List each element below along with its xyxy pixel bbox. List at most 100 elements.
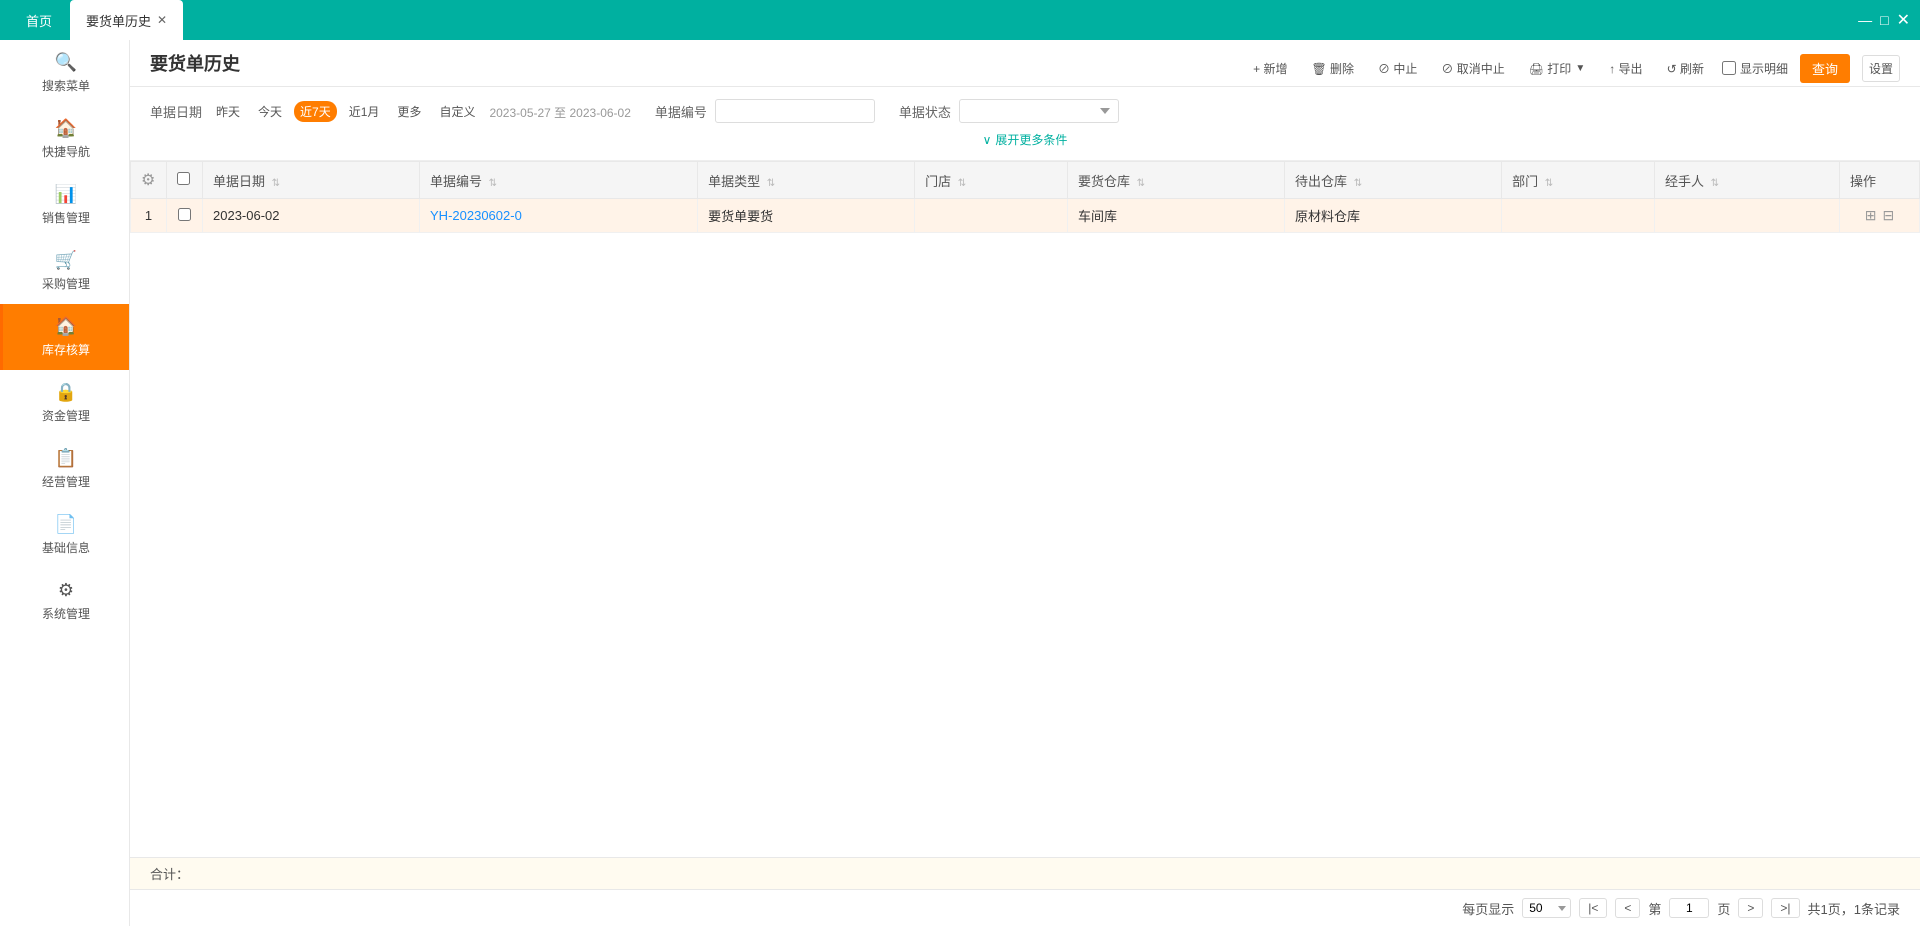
bill-number-filter-group: 单据编号 [655,99,875,123]
export-button[interactable]: ↑ 导出 [1603,56,1648,81]
bill-number-label: 单据编号 [655,102,707,121]
select-all-checkbox[interactable] [177,172,190,185]
base-info-icon: 📄 [55,514,77,535]
col-bill-type-sort-icon[interactable]: ⇅ [767,178,775,189]
col-bill-type: 单据类型 ⇅ [698,162,915,199]
sidebar-item-base-info-label: 基础信息 [42,539,90,556]
col-bill-no-label: 单据编号 [430,174,482,189]
date-shortcut-custom[interactable]: 自定义 [433,101,481,122]
col-store-sort-icon[interactable]: ⇅ [958,178,966,189]
bill-number-input[interactable] [715,99,875,123]
pagination-bar: 每页显示 20 50 100 200 |< < 第 页 > >| 共1页，1条记… [130,889,1920,926]
col-bill-no-sort-icon[interactable]: ⇅ [489,178,497,189]
col-store-label: 门店 [925,174,951,189]
window-close[interactable]: ✕ [1897,10,1910,30]
sidebar-item-inventory[interactable]: 🏠 库存核算 [0,304,129,370]
col-date-sort-icon[interactable]: ⇅ [272,178,280,189]
row-store [915,199,1068,233]
row-checkbox-cell[interactable] [167,199,203,233]
cancel-stop-label: ⊘ 取消中止 [1441,60,1504,77]
display-detail-checkbox[interactable] [1722,61,1736,75]
page-number-input[interactable] [1669,898,1709,918]
page-last-button[interactable]: >| [1771,898,1799,918]
col-bill-no: 单据编号 ⇅ [420,162,698,199]
page-prev-button[interactable]: < [1615,898,1640,918]
operations-icon: 📋 [55,448,77,469]
table-body: 1 2023-06-02 YH-20230602-0 要货单要货 车间库 原材料… [131,199,1920,233]
cancel-stop-button[interactable]: ⊘ 取消中止 [1435,56,1510,81]
date-shortcut-today[interactable]: 今天 [252,101,288,122]
row-bill-no-link[interactable]: YH-20230602-0 [430,208,522,223]
sidebar-item-quick-nav-label: 快捷导航 [42,143,90,160]
display-detail-toggle[interactable]: 显示明细 [1722,60,1788,77]
tab-home[interactable]: 首页 [10,0,68,40]
col-handler-label: 经手人 [1665,174,1704,189]
tab-yh-history[interactable]: 要货单历史 ✕ [70,0,183,40]
col-req-warehouse: 要货仓库 ⇅ [1068,162,1285,199]
col-pending-warehouse-sort-icon[interactable]: ⇅ [1354,178,1362,189]
expand-more-button[interactable]: ∨ 展开更多条件 [983,131,1068,148]
date-shortcut-more[interactable]: 更多 [391,101,427,122]
col-department-sort-icon[interactable]: ⇅ [1545,178,1553,189]
row-actions: ⊞ ⊟ [1840,199,1920,233]
page-size-select[interactable]: 20 50 100 200 [1522,898,1571,918]
page-next-button[interactable]: > [1738,898,1763,918]
col-department-label: 部门 [1512,174,1538,189]
sidebar-item-base-info[interactable]: 📄 基础信息 [0,502,129,568]
top-bar: 首页 要货单历史 ✕ — □ ✕ [0,0,1920,40]
stop-button[interactable]: ⊘ 中止 [1372,56,1423,81]
refresh-label: ↺ 刷新 [1667,60,1704,77]
date-shortcut-last7days[interactable]: 近7天 [294,101,337,122]
window-minimize[interactable]: — [1858,12,1872,28]
filter-row: 单据日期 昨天 今天 近7天 近1月 更多 自定义 2023-05-27 至 2… [150,99,1900,123]
row-checkbox[interactable] [178,208,191,221]
col-pending-warehouse: 待出仓库 ⇅ [1285,162,1502,199]
total-info: 共1页，1条记录 [1808,899,1900,918]
quick-nav-icon: 🏠 [55,118,77,139]
table-area: ⚙ 单据日期 ⇅ 单据编号 ⇅ [130,161,1920,857]
sidebar-item-operations[interactable]: 📋 经营管理 [0,436,129,502]
col-pending-warehouse-label: 待出仓库 [1295,174,1347,189]
delete-button[interactable]: 🗑 删除 [1305,56,1360,81]
sidebar-item-search-menu[interactable]: 🔍 搜索菜单 [0,40,129,106]
bill-status-select[interactable] [959,99,1119,123]
date-shortcut-last1month[interactable]: 近1月 [343,101,386,122]
sidebar-item-quick-nav[interactable]: 🏠 快捷导航 [0,106,129,172]
table-settings-icon[interactable]: ⚙ [141,172,155,189]
row-action-edit-icon[interactable]: ⊞ [1865,207,1877,224]
page-first-button[interactable]: |< [1579,898,1607,918]
row-index: 1 [131,199,167,233]
sidebar-item-finance[interactable]: 🔒 资金管理 [0,370,129,436]
table-footer: 合计： [130,857,1920,889]
row-date: 2023-06-02 [203,199,420,233]
new-label: + 新增 [1253,60,1287,77]
toolbar: + 新增 🗑 删除 ⊘ 中止 ⊘ 取消中止 🖨 打印 ▼ [1247,54,1900,83]
sidebar-item-purchase[interactable]: 🛒 采购管理 [0,238,129,304]
new-button[interactable]: + 新增 [1247,56,1293,81]
table-header-row: ⚙ 单据日期 ⇅ 单据编号 ⇅ [131,162,1920,199]
col-handler-sort-icon[interactable]: ⇅ [1711,178,1719,189]
sidebar-item-operations-label: 经营管理 [42,473,90,490]
page-header: 要货单历史 + 新增 🗑 删除 ⊘ 中止 ⊘ 取消中止 🖨 [130,40,1920,87]
col-req-warehouse-sort-icon[interactable]: ⇅ [1137,178,1145,189]
sidebar-item-system[interactable]: ⚙ 系统管理 [0,568,129,634]
finance-icon: 🔒 [55,382,77,403]
row-bill-type: 要货单要货 [698,199,915,233]
window-maximize[interactable]: □ [1880,12,1888,28]
date-shortcut-yesterday[interactable]: 昨天 [210,101,246,122]
row-handler [1654,199,1839,233]
sidebar-item-search-menu-label: 搜索菜单 [42,77,90,94]
settings-button[interactable]: 设置 [1862,55,1900,82]
col-date-label: 单据日期 [213,174,265,189]
query-button[interactable]: 查询 [1800,54,1850,83]
print-button[interactable]: 🖨 打印 ▼ [1523,56,1591,81]
date-filter-group: 单据日期 昨天 今天 近7天 近1月 更多 自定义 2023-05-27 至 2… [150,101,631,122]
refresh-button[interactable]: ↺ 刷新 [1661,56,1710,81]
table-row: 1 2023-06-02 YH-20230602-0 要货单要货 车间库 原材料… [131,199,1920,233]
tab-close-icon[interactable]: ✕ [157,13,167,27]
main-layout: 🔍 搜索菜单 🏠 快捷导航 📊 销售管理 🛒 采购管理 🏠 库存核算 🔒 资金管… [0,40,1920,926]
sidebar-item-sales-label: 销售管理 [42,209,90,226]
sidebar-item-sales[interactable]: 📊 销售管理 [0,172,129,238]
row-req-warehouse: 车间库 [1068,199,1285,233]
row-action-more-icon[interactable]: ⊟ [1883,207,1895,224]
